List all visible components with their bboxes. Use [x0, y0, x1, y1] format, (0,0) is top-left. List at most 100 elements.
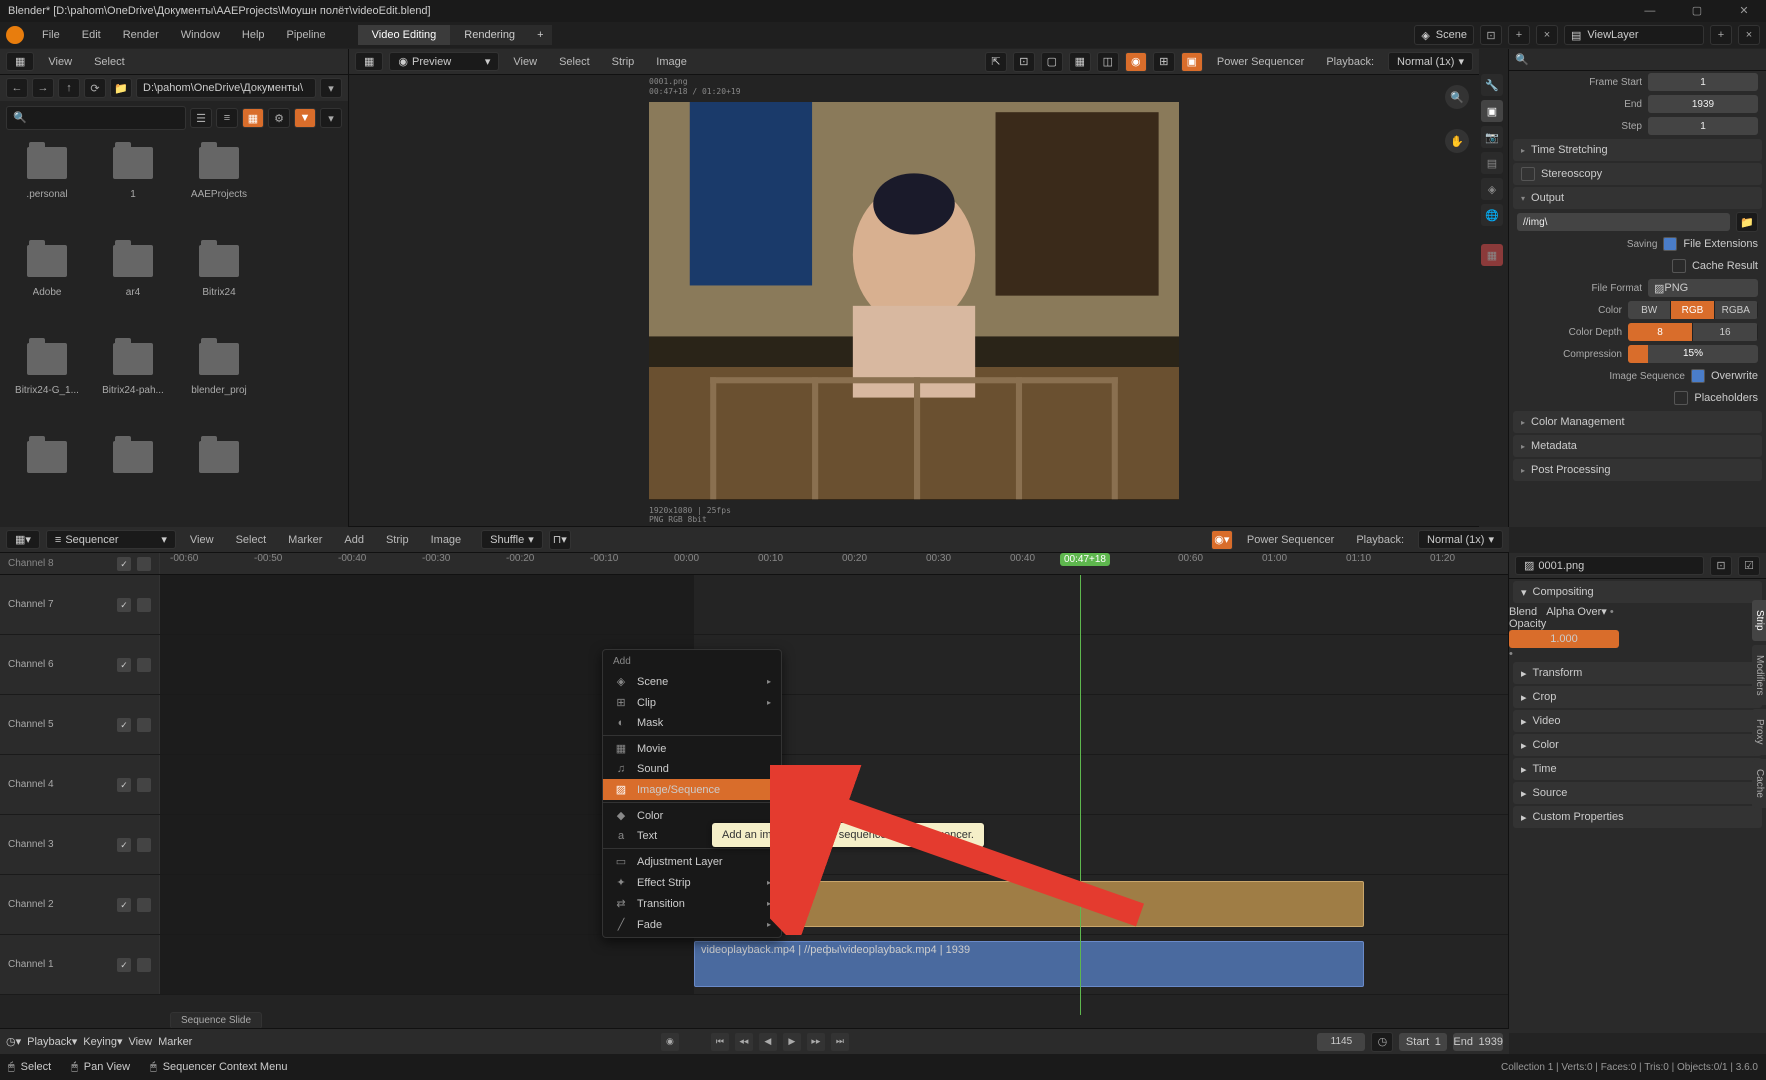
- filebrowser-editor-type[interactable]: ▦: [6, 52, 34, 71]
- postproc-panel[interactable]: ▸Post Processing: [1513, 459, 1762, 481]
- tab-rendering[interactable]: Rendering: [450, 25, 529, 45]
- menu-edit[interactable]: Edit: [72, 25, 111, 45]
- menu-render[interactable]: Render: [113, 25, 169, 45]
- color-depth[interactable]: 8 16: [1628, 323, 1758, 341]
- frame-step-field[interactable]: 1: [1648, 117, 1758, 135]
- seq-view[interactable]: View: [182, 532, 222, 548]
- folder-more3[interactable]: [176, 433, 262, 531]
- strip-video[interactable]: videoplayback.mp4 | //рефы\videoplayback…: [694, 941, 1364, 987]
- gizmo-toggle[interactable]: ⇱: [985, 52, 1007, 72]
- folder-bitrix24[interactable]: Bitrix24: [176, 237, 262, 335]
- t4[interactable]: ◉: [1125, 52, 1147, 72]
- display-thumb-button[interactable]: ▦: [242, 108, 264, 128]
- add-image-sequence[interactable]: ▨Image/Sequence: [603, 779, 781, 800]
- stereoscopy-check[interactable]: [1521, 167, 1535, 181]
- color-panel[interactable]: ▸Color: [1513, 734, 1762, 756]
- jump-end-button[interactable]: ⏭: [831, 1033, 849, 1051]
- folder-1[interactable]: 1: [90, 139, 176, 237]
- frame-end-field[interactable]: 1939: [1648, 95, 1758, 113]
- snap-toggle[interactable]: ⊓▾: [549, 530, 571, 550]
- filter-settings-button[interactable]: ▾: [320, 108, 342, 128]
- filter-button[interactable]: ▼: [294, 108, 316, 128]
- jump-start-button[interactable]: ⏮: [711, 1033, 729, 1051]
- tool-tab[interactable]: 🔧: [1481, 74, 1503, 96]
- strip-toggle[interactable]: ☑: [1738, 556, 1760, 576]
- folder-adobe[interactable]: Adobe: [4, 237, 90, 335]
- tab-modifiers[interactable]: Modifiers: [1752, 645, 1766, 706]
- placeholders-check[interactable]: [1674, 391, 1688, 405]
- stereoscopy-panel[interactable]: Stereoscopy: [1513, 163, 1762, 185]
- nav-forward-button[interactable]: →: [32, 78, 54, 98]
- video-panel[interactable]: ▸Video: [1513, 710, 1762, 732]
- seq-image[interactable]: Image: [423, 532, 470, 548]
- display-vlist-button[interactable]: ≡: [216, 108, 238, 128]
- compositing-panel[interactable]: ▾Compositing: [1513, 581, 1762, 603]
- scene-tab[interactable]: ◈: [1481, 178, 1503, 200]
- path-input[interactable]: [136, 78, 316, 98]
- add-fade[interactable]: ╱Fade▸: [603, 914, 781, 935]
- new-scene-button[interactable]: +: [1508, 25, 1530, 45]
- new-folder-button[interactable]: 📁: [110, 78, 132, 98]
- search-icon[interactable]: 🔍: [1515, 53, 1529, 66]
- t6[interactable]: ▣: [1181, 52, 1203, 72]
- custom-props-panel[interactable]: ▸Custom Properties: [1513, 806, 1762, 828]
- add-adjustment-layer[interactable]: ▭Adjustment Layer: [603, 851, 781, 872]
- output-path[interactable]: //img\: [1517, 213, 1730, 231]
- frame-start-field[interactable]: 1: [1648, 73, 1758, 91]
- delete-viewlayer-button[interactable]: ×: [1738, 25, 1760, 45]
- strip-name-field[interactable]: ▨0001.png: [1515, 556, 1704, 575]
- blend-select[interactable]: Alpha Over▾: [1540, 606, 1607, 618]
- display-settings-button[interactable]: ⚙: [268, 108, 290, 128]
- render-tab[interactable]: 📷: [1481, 126, 1503, 148]
- menu-help[interactable]: Help: [232, 25, 275, 45]
- add-scene[interactable]: ◈Scene▸: [603, 671, 781, 692]
- file-format-select[interactable]: ▨ PNG: [1648, 279, 1758, 297]
- color-mode[interactable]: BW RGB RGBA: [1628, 301, 1758, 319]
- fb-select[interactable]: Select: [86, 54, 133, 70]
- overlap-mode[interactable]: Shuffle▾: [481, 530, 543, 549]
- add-movie[interactable]: ▦Movie: [603, 738, 781, 759]
- preview-editor-type[interactable]: ▦: [355, 52, 383, 71]
- t1[interactable]: ▢: [1041, 52, 1063, 72]
- tab-video-editing[interactable]: Video Editing: [358, 25, 451, 45]
- auto-key-toggle[interactable]: ◉: [661, 1033, 679, 1051]
- cache-check[interactable]: [1672, 259, 1686, 273]
- nav-back-button[interactable]: ←: [6, 78, 28, 98]
- tab-strip[interactable]: Strip: [1752, 600, 1766, 641]
- t3[interactable]: ◫: [1097, 52, 1119, 72]
- overlay-toggle[interactable]: ⊡: [1013, 52, 1035, 72]
- seq-marker[interactable]: Marker: [280, 532, 330, 548]
- maximize-button[interactable]: ▢: [1675, 0, 1719, 22]
- search-input[interactable]: [6, 106, 186, 130]
- next-key-button[interactable]: ▸▸: [807, 1033, 825, 1051]
- folder-bitrix24pah[interactable]: Bitrix24-pah...: [90, 335, 176, 433]
- close-button[interactable]: ✕: [1722, 0, 1766, 22]
- pin-scene-button[interactable]: ⊡: [1480, 25, 1502, 45]
- tl-view[interactable]: View: [128, 1036, 152, 1048]
- viewlayer-selector[interactable]: ▤ ViewLayer: [1564, 25, 1704, 45]
- folder-more1[interactable]: [4, 433, 90, 531]
- tab-add[interactable]: +: [529, 25, 551, 45]
- color-mgmt-panel[interactable]: ▸Color Management: [1513, 411, 1762, 433]
- playback-select[interactable]: Normal (1x)▾: [1388, 52, 1473, 71]
- metadata-panel[interactable]: ▸Metadata: [1513, 435, 1762, 457]
- show-overlay-toggle[interactable]: ◉▾: [1211, 530, 1233, 550]
- preview-select[interactable]: Select: [551, 54, 598, 70]
- overwrite-check[interactable]: [1691, 369, 1705, 383]
- add-clip[interactable]: ⊞Clip▸: [603, 692, 781, 713]
- t2[interactable]: ▦: [1069, 52, 1091, 72]
- menu-window[interactable]: Window: [171, 25, 230, 45]
- menu-pipeline[interactable]: Pipeline: [277, 25, 336, 45]
- zoom-icon[interactable]: 🔍: [1445, 85, 1469, 109]
- add-mask[interactable]: ◐Mask: [603, 713, 781, 733]
- add-effect-strip[interactable]: ✦Effect Strip▸: [603, 872, 781, 893]
- seq-strip[interactable]: Strip: [378, 532, 417, 548]
- current-frame[interactable]: 1145: [1317, 1033, 1365, 1051]
- strip-pin[interactable]: ⊡: [1710, 556, 1732, 576]
- play-button[interactable]: ▶: [783, 1033, 801, 1051]
- nav-refresh-button[interactable]: ⟳: [84, 78, 106, 98]
- seq-playback[interactable]: Normal (1x)▾: [1418, 530, 1503, 549]
- seq-mode[interactable]: ≡Sequencer▾: [46, 530, 176, 549]
- world-tab[interactable]: 🌐: [1481, 204, 1503, 226]
- viewlayer-tab[interactable]: ▤: [1481, 152, 1503, 174]
